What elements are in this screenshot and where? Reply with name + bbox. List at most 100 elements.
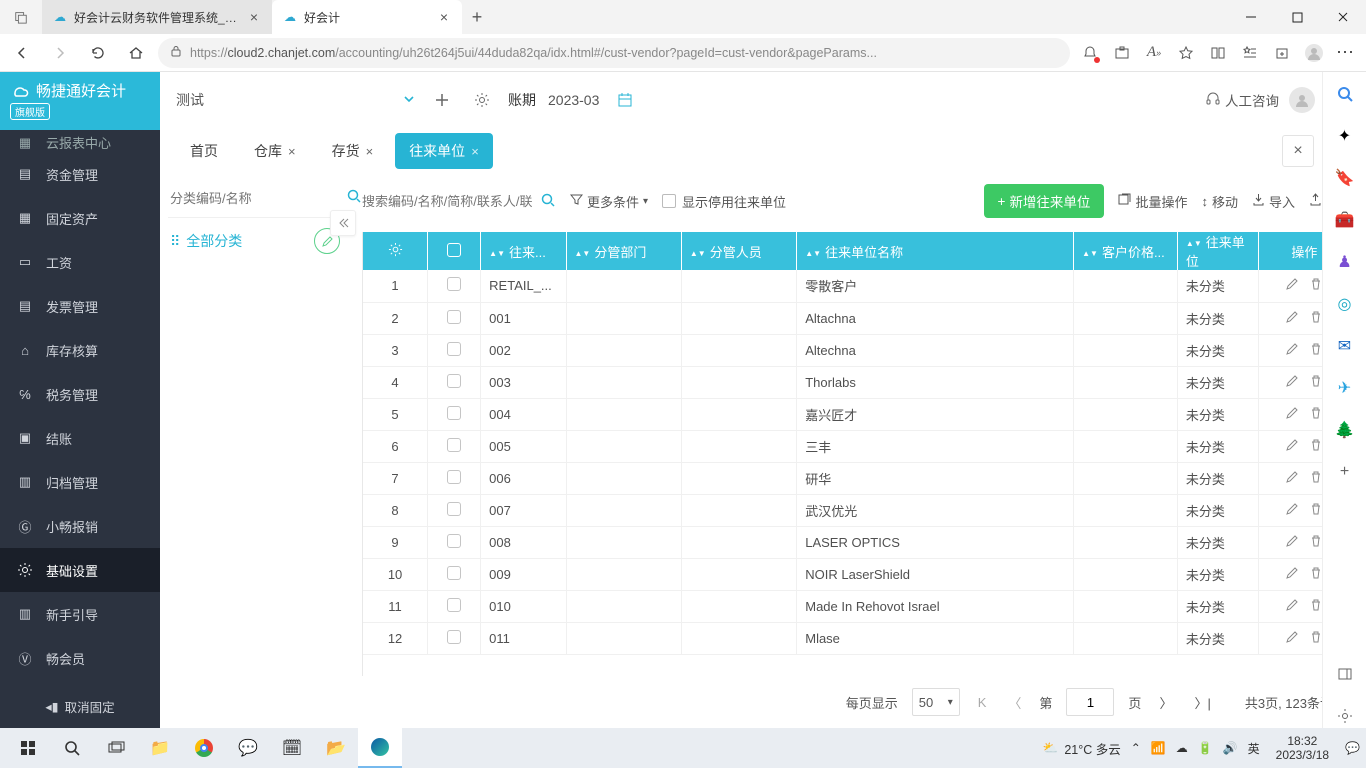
browser-tab-2[interactable]: ☁ 好会计 × — [272, 0, 462, 34]
onedrive-icon[interactable]: ☁ — [1176, 741, 1188, 755]
tree-icon[interactable]: 🌲 — [1333, 418, 1357, 442]
th-dept[interactable]: ▲▼分管部门 — [566, 232, 681, 270]
edit-icon[interactable] — [1285, 310, 1299, 327]
wifi-icon[interactable]: 📶 — [1151, 741, 1166, 755]
per-page-select[interactable]: 50▾ — [912, 688, 960, 716]
taskbar-app-2[interactable]: 🗓 — [270, 728, 314, 768]
close-icon[interactable]: × — [436, 9, 452, 25]
row-checkbox[interactable] — [428, 622, 481, 654]
sidebar-item-invoice[interactable]: ▤发票管理 — [0, 284, 160, 328]
task-view[interactable] — [94, 728, 138, 768]
tab-warehouse[interactable]: 仓库× — [240, 133, 310, 169]
sidebar-item-closing[interactable]: ▣结账 — [0, 416, 160, 460]
select-all[interactable] — [428, 232, 481, 270]
back-button[interactable] — [6, 37, 38, 69]
outlook-icon[interactable]: ✉ — [1333, 334, 1357, 358]
rail-expand-icon[interactable] — [1333, 662, 1357, 686]
table-row[interactable]: 7006研华未分类 — [363, 462, 1351, 494]
table-row[interactable]: 5004嘉兴匠才未分类 — [363, 398, 1351, 430]
row-checkbox[interactable] — [428, 558, 481, 590]
toolbox-icon[interactable]: 🧰 — [1333, 208, 1357, 232]
ime-indicator[interactable]: 英 — [1248, 740, 1260, 757]
sidebar-item-settings[interactable]: 基础设置 — [0, 548, 160, 592]
browser-tab-1[interactable]: ☁ 好会计云财务软件管理系统_会计… × — [42, 0, 272, 34]
sidebar-item-inventory[interactable]: ⌂库存核算 — [0, 328, 160, 372]
notifications-icon[interactable] — [1076, 37, 1104, 69]
sidebar-item-fixed-assets[interactable]: ▦固定资产 — [0, 196, 160, 240]
notification-center-icon[interactable]: 💬 — [1345, 741, 1360, 755]
sidebar-unpin[interactable]: ◂▮取消固定 — [0, 684, 160, 728]
sidebar-item-archive[interactable]: ▥归档管理 — [0, 460, 160, 504]
tag-icon[interactable]: 🔖 — [1333, 166, 1357, 190]
import-button[interactable]: 导入 — [1252, 192, 1295, 211]
move-button[interactable]: ↕移动 — [1201, 192, 1238, 211]
settings-button[interactable] — [468, 86, 496, 114]
tab-vendor[interactable]: 往来单位× — [395, 133, 493, 169]
url-field[interactable]: https://cloud2.chanjet.com/accounting/uh… — [158, 38, 1070, 68]
forward-button[interactable] — [44, 37, 76, 69]
sidebar-item-expense[interactable]: Ⓖ小畅报销 — [0, 504, 160, 548]
th-person[interactable]: ▲▼分管人员 — [681, 232, 796, 270]
edit-icon[interactable] — [1285, 374, 1299, 391]
search-icon[interactable] — [540, 192, 556, 211]
table-row[interactable]: 9008LASER OPTICS未分类 — [363, 526, 1351, 558]
sidebar-item-salary[interactable]: ▭工资 — [0, 240, 160, 284]
row-checkbox[interactable] — [428, 590, 481, 622]
first-page[interactable]: K — [974, 695, 991, 710]
close-icon[interactable]: × — [246, 9, 262, 25]
rail-add-icon[interactable]: + — [1333, 460, 1357, 484]
minimize-button[interactable] — [1228, 0, 1274, 34]
row-checkbox[interactable] — [428, 526, 481, 558]
table-row[interactable]: 3002Altechna未分类 — [363, 334, 1351, 366]
taskbar-explorer[interactable]: 📂 — [314, 728, 358, 768]
sidebar-item-funds[interactable]: ▤资金管理 — [0, 152, 160, 196]
tab-inventory[interactable]: 存货× — [318, 133, 388, 169]
start-button[interactable] — [6, 728, 50, 768]
calendar-button[interactable] — [611, 86, 639, 114]
sparkle-icon[interactable]: ✦ — [1333, 124, 1357, 148]
edit-icon[interactable] — [1285, 502, 1299, 519]
page-input[interactable] — [1066, 688, 1114, 716]
home-button[interactable] — [120, 37, 152, 69]
sidebar-item-guide[interactable]: ▥新手引导 — [0, 592, 160, 636]
edge-icon[interactable]: ◎ — [1333, 292, 1357, 316]
maximize-button[interactable] — [1274, 0, 1320, 34]
table-row[interactable]: 11010Made In Rehovot Israel未分类 — [363, 590, 1351, 622]
row-checkbox[interactable] — [428, 334, 481, 366]
edit-icon[interactable] — [1285, 534, 1299, 551]
row-checkbox[interactable] — [428, 494, 481, 526]
telegram-icon[interactable]: ✈ — [1333, 376, 1357, 400]
table-row[interactable]: 4003Thorlabs未分类 — [363, 366, 1351, 398]
consult-button[interactable]: 人工咨询 — [1205, 90, 1279, 110]
next-page[interactable]: 〉 — [1155, 693, 1176, 712]
edit-icon[interactable] — [1285, 566, 1299, 583]
volume-icon[interactable]: 🔊 — [1223, 741, 1238, 755]
new-vendor-button[interactable]: +新增往来单位 — [984, 184, 1105, 218]
rail-settings-icon[interactable] — [1333, 704, 1357, 728]
taskbar-chrome[interactable] — [182, 728, 226, 768]
sidebar-item-member[interactable]: Ⓥ畅会员 — [0, 636, 160, 680]
row-checkbox[interactable] — [428, 366, 481, 398]
favorite-icon[interactable] — [1172, 37, 1200, 69]
org-selector[interactable]: 测试 — [176, 90, 416, 110]
edit-icon[interactable] — [1285, 598, 1299, 615]
table-row[interactable]: 10009NOIR LaserShield未分类 — [363, 558, 1351, 590]
taskbar-app-1[interactable]: 📁 — [138, 728, 182, 768]
edit-icon[interactable] — [1285, 438, 1299, 455]
tray-chevron-icon[interactable]: ⌃ — [1131, 741, 1141, 755]
edit-icon[interactable] — [1285, 406, 1299, 423]
batch-button[interactable]: 批量操作 — [1118, 192, 1187, 211]
table-row[interactable]: 8007武汉优光未分类 — [363, 494, 1351, 526]
table-row[interactable]: 2001Altachna未分类 — [363, 302, 1351, 334]
search-icon[interactable] — [346, 188, 362, 209]
split-view-icon[interactable] — [1204, 37, 1232, 69]
games-icon[interactable]: ♟ — [1333, 250, 1357, 274]
th-category[interactable]: ▲▼往来单位 — [1177, 232, 1258, 270]
read-aloud-icon[interactable]: A» — [1140, 37, 1168, 69]
edit-icon[interactable] — [1285, 277, 1299, 294]
close-icon[interactable]: × — [366, 144, 374, 159]
extensions-icon[interactable] — [1108, 37, 1136, 69]
tab-home[interactable]: 首页 — [176, 133, 232, 169]
sidebar-item-truncated[interactable]: ▦云报表中心 — [0, 130, 160, 152]
th-code[interactable]: ▲▼往来... — [481, 232, 566, 270]
